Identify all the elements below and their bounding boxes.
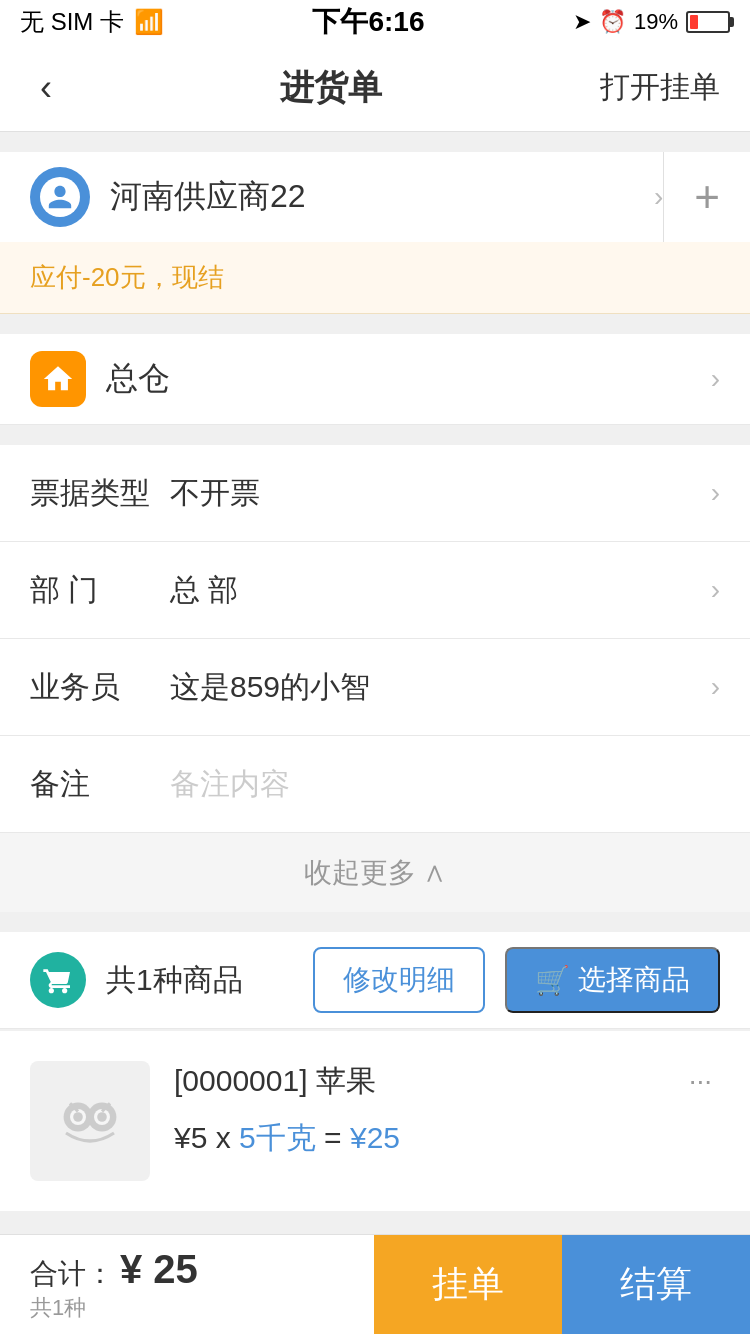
section-divider-2	[0, 425, 750, 445]
battery-icon	[686, 11, 730, 33]
warehouse-row[interactable]: 总仓 ›	[0, 334, 750, 424]
warehouse-name: 总仓	[106, 357, 701, 401]
info-banner: 应付-20元，现结	[0, 242, 750, 314]
form-row-invoice[interactable]: 票据类型 不开票 ›	[0, 445, 750, 541]
svg-point-4	[73, 1112, 83, 1122]
product-more-button[interactable]: ···	[681, 1061, 720, 1101]
salesperson-chevron-icon: ›	[711, 671, 720, 703]
hang-button[interactable]: 挂单	[374, 1235, 562, 1335]
product-title: 苹果	[316, 1064, 376, 1097]
top-divider	[0, 132, 750, 152]
bottom-bar: 合计： ¥ 25 共1种 挂单 结算	[0, 1234, 750, 1334]
section-divider-3	[0, 912, 750, 932]
remark-label: 备注	[30, 764, 170, 805]
checkout-button[interactable]: 结算	[562, 1235, 750, 1335]
products-count: 共1种商品	[106, 960, 293, 1001]
edit-detail-button[interactable]: 修改明细	[313, 947, 485, 1013]
product-item: [0000001] 苹果 ¥5 x 5千克 = ¥25 ···	[0, 1031, 750, 1211]
department-label: 部 门	[30, 570, 170, 611]
product-id: [0000001]	[174, 1064, 307, 1097]
total-section: 合计： ¥ 25 共1种	[0, 1247, 374, 1323]
unit-price: ¥5	[174, 1121, 207, 1154]
divider-products	[0, 1028, 750, 1029]
status-time: 下午6:16	[312, 3, 424, 41]
battery-percent: 19%	[634, 9, 678, 35]
form-row-department[interactable]: 部 门 总 部 ›	[0, 542, 750, 638]
product-total: ¥25	[350, 1121, 400, 1154]
total-label-row: 合计： ¥ 25	[30, 1247, 344, 1293]
department-chevron-icon: ›	[711, 574, 720, 606]
wifi-icon: 📶	[134, 8, 164, 36]
product-qty: 5千克	[239, 1121, 316, 1154]
back-button[interactable]: ‹	[30, 57, 62, 119]
status-right: ➤ ⏰ 19%	[573, 9, 730, 35]
alarm-icon: ⏰	[599, 9, 626, 35]
add-supplier-button[interactable]: +	[664, 172, 720, 222]
status-bar: 无 SIM 卡 📶 下午6:16 ➤ ⏰ 19%	[0, 0, 750, 44]
collapse-row[interactable]: 收起更多 ∧	[0, 832, 750, 912]
select-product-label: 选择商品	[578, 961, 690, 999]
battery-fill	[690, 15, 698, 29]
salesperson-label: 业务员	[30, 667, 170, 708]
total-amount: ¥ 25	[120, 1247, 198, 1292]
multiply-sign: x	[216, 1121, 231, 1154]
page-title: 进货单	[280, 65, 382, 111]
cart-icon: 🛒	[535, 964, 570, 997]
form-row-remark[interactable]: 备注 备注内容	[0, 736, 750, 832]
supplier-avatar-icon	[40, 177, 80, 217]
carrier-label: 无 SIM 卡	[20, 6, 124, 38]
supplier-row[interactable]: 河南供应商22 ›	[30, 152, 664, 242]
equals-sign: =	[324, 1121, 342, 1154]
product-name: [0000001] 苹果	[174, 1061, 657, 1102]
salesperson-value: 这是859的小智	[170, 667, 711, 708]
department-value: 总 部	[170, 570, 711, 611]
collapse-label: 收起更多 ∧	[304, 854, 447, 892]
section-divider-1	[0, 314, 750, 334]
total-count: 共1种	[30, 1293, 344, 1323]
status-left: 无 SIM 卡 📶	[20, 6, 164, 38]
invoice-chevron-icon: ›	[711, 477, 720, 509]
warehouse-icon	[30, 351, 86, 407]
invoice-type-label: 票据类型	[30, 473, 170, 514]
svg-point-5	[97, 1112, 107, 1122]
supplier-avatar	[30, 167, 90, 227]
product-info: [0000001] 苹果 ¥5 x 5千克 = ¥25	[174, 1061, 657, 1159]
products-header: 共1种商品 修改明细 🛒 选择商品	[0, 932, 750, 1028]
invoice-type-value: 不开票	[170, 473, 711, 514]
location-icon: ➤	[573, 9, 591, 35]
supplier-name: 河南供应商22	[110, 175, 644, 219]
total-label-text: 合计：	[30, 1255, 114, 1293]
supplier-chevron-icon: ›	[654, 181, 663, 213]
warehouse-chevron-icon: ›	[711, 363, 720, 395]
products-icon	[30, 952, 86, 1008]
remark-placeholder: 备注内容	[170, 764, 720, 805]
supplier-section: 河南供应商22 › +	[0, 152, 750, 242]
select-product-button[interactable]: 🛒 选择商品	[505, 947, 720, 1013]
product-price: ¥5 x 5千克 = ¥25	[174, 1118, 657, 1159]
nav-bar: ‹ 进货单 打开挂单	[0, 44, 750, 132]
open-hang-button[interactable]: 打开挂单	[600, 67, 720, 108]
product-thumbnail	[30, 1061, 150, 1181]
form-row-salesperson[interactable]: 业务员 这是859的小智 ›	[0, 639, 750, 735]
